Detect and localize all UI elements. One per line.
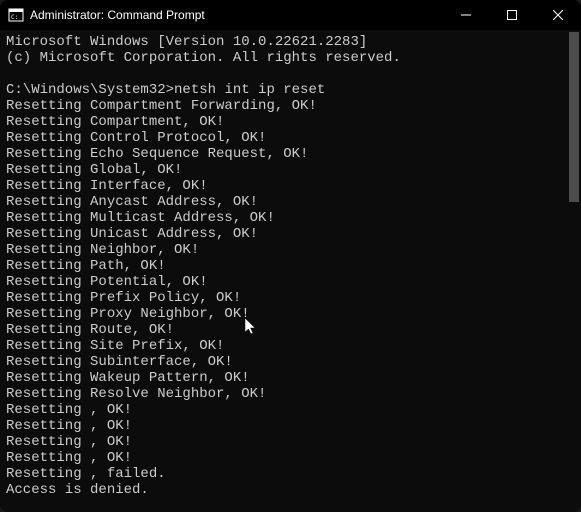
- maximize-button[interactable]: [489, 0, 535, 30]
- terminal-output[interactable]: Microsoft Windows [Version 10.0.22621.22…: [0, 30, 581, 512]
- scrollbar-thumb[interactable]: [569, 32, 579, 202]
- output-line: Resetting , OK!: [6, 434, 575, 450]
- output-line: Resetting Control Protocol, OK!: [6, 130, 575, 146]
- output-line: Resetting , OK!: [6, 450, 575, 466]
- command-prompt-window: C: Administrator: Command Prompt: [0, 0, 581, 512]
- close-button[interactable]: [535, 0, 581, 30]
- window-title: Administrator: Command Prompt: [30, 8, 443, 22]
- output-line: Resetting Anycast Address, OK!: [6, 194, 575, 210]
- output-line: Resetting , OK!: [6, 418, 575, 434]
- output-line: Resetting Site Prefix, OK!: [6, 338, 575, 354]
- output-line: Resetting Subinterface, OK!: [6, 354, 575, 370]
- cmd-icon: C:: [8, 7, 24, 23]
- prompt-line: C:\Windows\System32>netsh int ip reset: [6, 82, 575, 98]
- titlebar: C: Administrator: Command Prompt: [0, 0, 581, 30]
- output-line: Resetting Route, OK!: [6, 322, 575, 338]
- output-line: Resetting Compartment, OK!: [6, 114, 575, 130]
- output-line: Resetting Compartment Forwarding, OK!: [6, 98, 575, 114]
- scrollbar[interactable]: [567, 30, 581, 512]
- output-line: Resetting Potential, OK!: [6, 274, 575, 290]
- output-line: Resetting Path, OK!: [6, 258, 575, 274]
- command-text: netsh int ip reset: [174, 82, 325, 98]
- output-line: Resetting Proxy Neighbor, OK!: [6, 306, 575, 322]
- svg-text:C:: C:: [11, 14, 18, 21]
- output-line: Resetting Neighbor, OK!: [6, 242, 575, 258]
- output-line: Resetting Wakeup Pattern, OK!: [6, 370, 575, 386]
- prompt-path: C:\Windows\System32>: [6, 82, 174, 98]
- copyright-line: (c) Microsoft Corporation. All rights re…: [6, 50, 575, 66]
- window-controls: [443, 0, 581, 30]
- output-line: Resetting Interface, OK!: [6, 178, 575, 194]
- version-line: Microsoft Windows [Version 10.0.22621.22…: [6, 34, 575, 50]
- output-line: Resetting Global, OK!: [6, 162, 575, 178]
- output-line: Resetting Echo Sequence Request, OK!: [6, 146, 575, 162]
- output-line: Resetting Multicast Address, OK!: [6, 210, 575, 226]
- minimize-button[interactable]: [443, 0, 489, 30]
- output-line: Resetting Unicast Address, OK!: [6, 226, 575, 242]
- output-line: Resetting Resolve Neighbor, OK!: [6, 386, 575, 402]
- output-line: Access is denied.: [6, 482, 575, 498]
- output-line: Resetting Prefix Policy, OK!: [6, 290, 575, 306]
- blank-line: [6, 66, 575, 82]
- output-line: Resetting , failed.: [6, 466, 575, 482]
- output-line: Resetting , OK!: [6, 402, 575, 418]
